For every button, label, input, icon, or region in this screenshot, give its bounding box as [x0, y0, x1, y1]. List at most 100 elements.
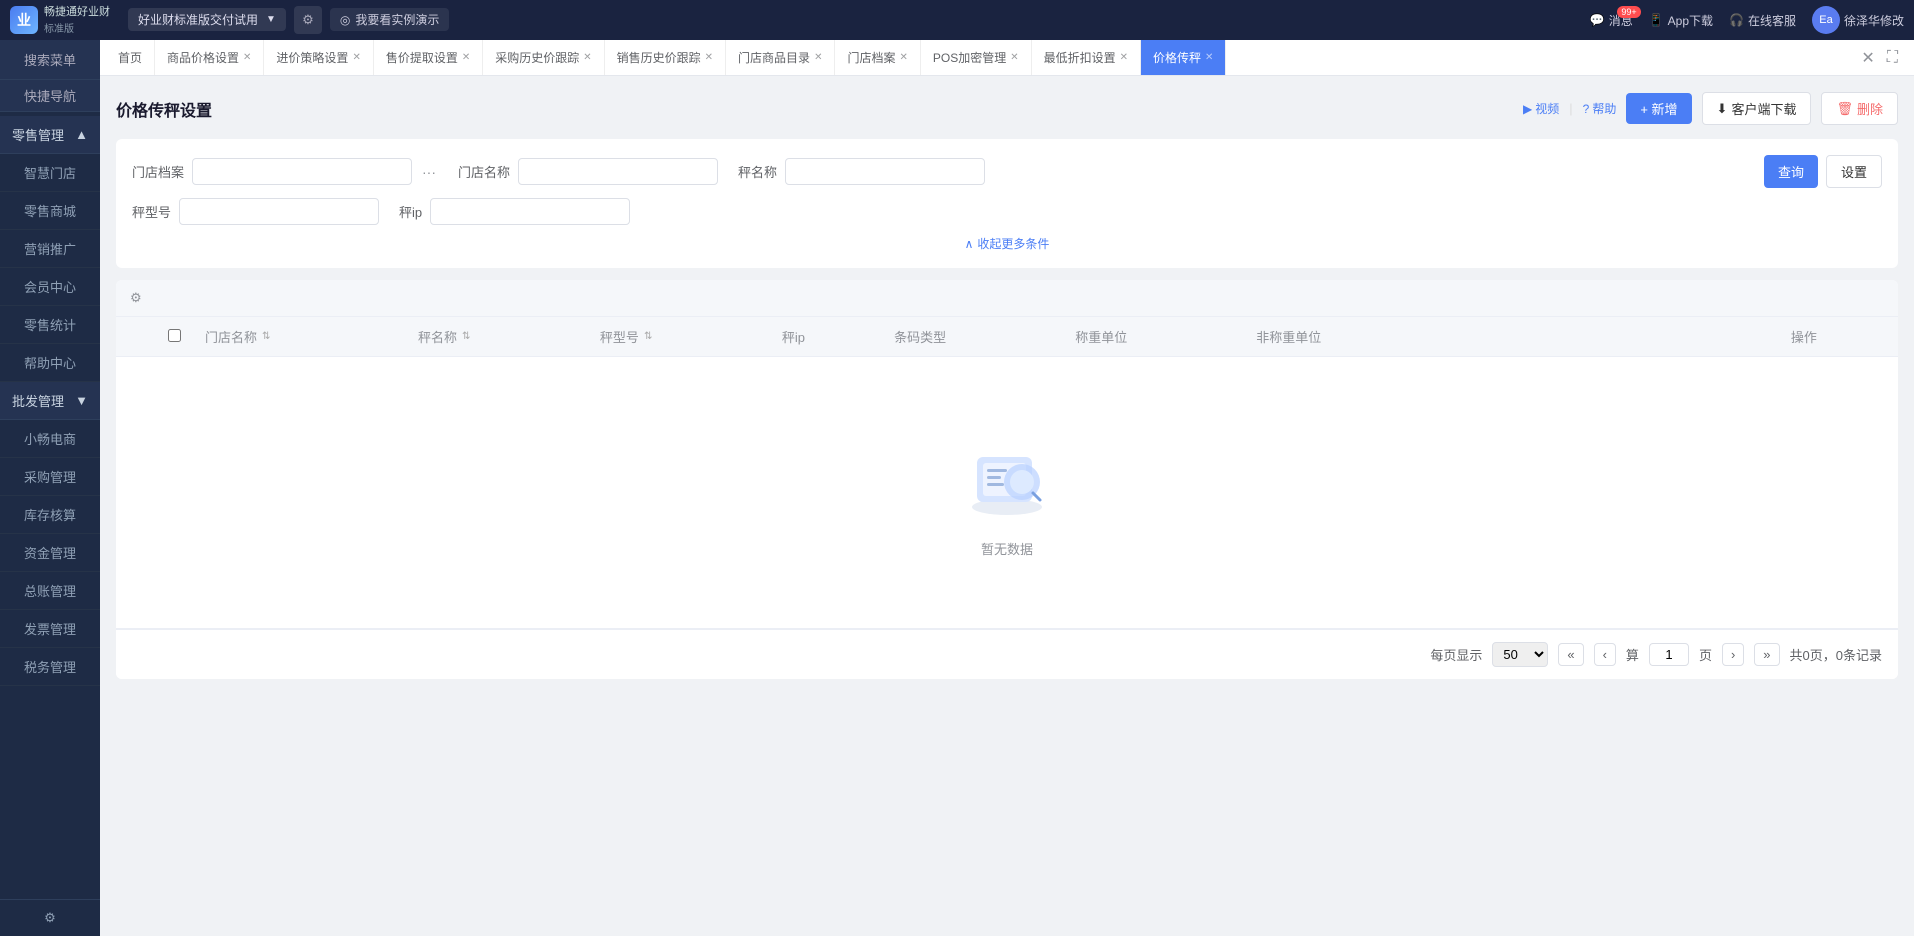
- next-page-btn[interactable]: ›: [1722, 643, 1744, 666]
- collapse-btn[interactable]: ∧ 收起更多条件: [132, 235, 1882, 252]
- tab-price-scale[interactable]: 价格传秤 ✕: [1141, 40, 1226, 75]
- delete-btn[interactable]: 🗑 删除: [1821, 92, 1898, 125]
- store-profile-more-icon[interactable]: ···: [420, 162, 438, 182]
- avatar: Ea: [1812, 6, 1840, 34]
- user-name: 徐泽华修改: [1844, 12, 1904, 29]
- user-info[interactable]: Ea 徐泽华修改: [1812, 6, 1904, 34]
- collapse-label: 收起更多条件: [977, 235, 1049, 252]
- sidebar-item-retail-mall[interactable]: 零售商城: [0, 192, 100, 230]
- help-btn[interactable]: ? 帮助: [1583, 100, 1617, 117]
- last-page-btn[interactable]: »: [1754, 643, 1779, 666]
- sidebar-item-general-ledger[interactable]: 总账管理: [0, 572, 100, 610]
- sidebar-item-tax-mgmt[interactable]: 税务管理: [0, 648, 100, 686]
- page-number-input[interactable]: [1649, 643, 1689, 666]
- reset-btn[interactable]: 设置: [1826, 155, 1882, 188]
- tab-price-setting-close[interactable]: ✕: [243, 52, 251, 63]
- sidebar-item-funds-mgmt[interactable]: 资金管理: [0, 534, 100, 572]
- tab-price-scale-close[interactable]: ✕: [1205, 52, 1213, 63]
- query-btn[interactable]: 查询: [1764, 155, 1818, 188]
- scale-model-input[interactable]: [179, 198, 379, 225]
- sort-store-name[interactable]: 门店名称 ⇅: [205, 327, 394, 346]
- main-layout: 搜索菜单 快捷导航 零售管理 ▲ 智慧门店 零售商城 营销推广 会员中心 零售统…: [0, 40, 1914, 936]
- tab-store-profile[interactable]: 门店档案 ✕: [835, 40, 920, 75]
- th-scale-name-label: 秤名称: [418, 327, 457, 346]
- sidebar-search[interactable]: 搜索菜单: [0, 40, 100, 80]
- sidebar-item-invoice-mgmt[interactable]: 发票管理: [0, 610, 100, 648]
- tab-home[interactable]: 首页: [106, 40, 155, 75]
- data-table: 门店名称 ⇅ 秤名称 ⇅: [116, 317, 1898, 629]
- tab-sale-history[interactable]: 销售历史价跟踪 ✕: [605, 40, 726, 75]
- sidebar-item-inventory[interactable]: 库存核算: [0, 496, 100, 534]
- message-btn[interactable]: 💬 消息 99+: [1590, 12, 1633, 29]
- version-selector[interactable]: 好业财标准版交付试用 ▼: [128, 8, 286, 31]
- tab-sale-extract-close[interactable]: ✕: [462, 52, 470, 63]
- download-btn[interactable]: ⬇ 客户端下载: [1702, 92, 1812, 125]
- tab-min-discount[interactable]: 最低折扣设置 ✕: [1032, 40, 1141, 75]
- tab-price-setting[interactable]: 商品价格设置 ✕: [155, 40, 264, 75]
- mini-ecom-label: 小畅电商: [24, 432, 76, 447]
- prev-page-btn[interactable]: ‹: [1594, 643, 1616, 666]
- settings-icon-btn[interactable]: ⚙: [294, 6, 322, 34]
- page-label: 页: [1699, 645, 1712, 664]
- inventory-label: 库存核算: [24, 508, 76, 523]
- sidebar-quick-nav[interactable]: 快捷导航: [0, 80, 100, 112]
- sidebar-item-purchase-mgmt[interactable]: 采购管理: [0, 458, 100, 496]
- tab-store-catalog[interactable]: 门店商品目录 ✕: [726, 40, 835, 75]
- tab-sale-extract-label: 售价提取设置: [386, 49, 458, 66]
- sidebar-item-marketing[interactable]: 营销推广: [0, 230, 100, 268]
- sidebar-item-retail-stats[interactable]: 零售统计: [0, 306, 100, 344]
- sidebar-item-help-center[interactable]: 帮助中心: [0, 344, 100, 382]
- tab-purchase-history[interactable]: 采购历史价跟踪 ✕: [483, 40, 604, 75]
- tab-purchase-strategy-close[interactable]: ✕: [352, 52, 360, 63]
- sidebar-item-member-center[interactable]: 会员中心: [0, 268, 100, 306]
- page-header: 价格传秤设置 ▶ 视频 | ? 帮助 + 新增 ⬇: [116, 92, 1898, 125]
- select-all-checkbox[interactable]: [168, 329, 181, 342]
- video-btn[interactable]: ▶ 视频: [1523, 100, 1559, 117]
- tab-store-catalog-close[interactable]: ✕: [814, 52, 822, 63]
- tab-min-discount-close[interactable]: ✕: [1120, 52, 1128, 63]
- filter-store-name: 门店名称: [458, 158, 718, 185]
- table-gear-icon[interactable]: ⚙: [130, 290, 142, 306]
- empty-cell: 暂无数据: [116, 357, 1898, 629]
- store-profile-input[interactable]: [192, 158, 412, 185]
- sidebar-wholesale-mgmt[interactable]: 批发管理 ▼: [0, 382, 100, 420]
- demo-btn[interactable]: ◎ 我要看实例演示: [330, 8, 450, 31]
- filter-store-profile: 门店档案 ···: [132, 158, 438, 185]
- tab-maximize[interactable]: ⛶: [1883, 47, 1902, 69]
- sidebar-item-smart-store[interactable]: 智慧门店: [0, 154, 100, 192]
- phone-icon: 📱: [1649, 13, 1664, 27]
- tab-pos-encrypt[interactable]: POS加密管理 ✕: [921, 40, 1032, 75]
- selector-arrow: ▼: [266, 14, 276, 25]
- th-scale-model: 秤型号 ⇅: [588, 317, 770, 357]
- scale-ip-input[interactable]: [430, 198, 630, 225]
- app-name-line1: 畅捷通好业财: [44, 5, 110, 19]
- tab-price-setting-label: 商品价格设置: [167, 49, 239, 66]
- scale-name-input[interactable]: [785, 158, 985, 185]
- tab-store-profile-label: 门店档案: [847, 49, 895, 66]
- tab-sale-extract[interactable]: 售价提取设置 ✕: [374, 40, 483, 75]
- tab-purchase-history-close[interactable]: ✕: [583, 52, 591, 63]
- retail-mgmt-label: 零售管理: [12, 125, 64, 144]
- tab-sale-history-close[interactable]: ✕: [705, 52, 713, 63]
- tab-close-all[interactable]: ✕: [1857, 46, 1878, 70]
- add-btn[interactable]: + 新增: [1626, 93, 1691, 124]
- sidebar-retail-mgmt[interactable]: 零售管理 ▲: [0, 116, 100, 154]
- store-name-input[interactable]: [518, 158, 718, 185]
- app-title: 畅捷通好业财 标准版: [44, 5, 110, 34]
- tab-purchase-strategy[interactable]: 进价策略设置 ✕: [264, 40, 373, 75]
- app-download-btn[interactable]: 📱 App下载: [1649, 12, 1713, 29]
- table-card: ⚙ 门店名称 ⇅: [116, 280, 1898, 679]
- quick-nav-label: 快捷导航: [24, 89, 76, 104]
- page-size-select[interactable]: 10 20 50 100: [1492, 642, 1548, 667]
- sidebar-item-mini-ecom[interactable]: 小畅电商: [0, 420, 100, 458]
- tab-pos-encrypt-close[interactable]: ✕: [1010, 52, 1018, 63]
- first-page-btn[interactable]: «: [1558, 643, 1583, 666]
- help-center-label: 帮助中心: [24, 356, 76, 371]
- online-service-btn[interactable]: 🎧 在线客服: [1729, 12, 1796, 29]
- tab-pos-encrypt-label: POS加密管理: [933, 49, 1006, 66]
- tab-store-profile-close[interactable]: ✕: [899, 52, 907, 63]
- sidebar-gear-icon[interactable]: ⚙: [44, 910, 56, 926]
- sort-scale-name[interactable]: 秤名称 ⇅: [418, 327, 576, 346]
- delete-label: 删除: [1857, 99, 1883, 118]
- sort-scale-model[interactable]: 秤型号 ⇅: [600, 327, 758, 346]
